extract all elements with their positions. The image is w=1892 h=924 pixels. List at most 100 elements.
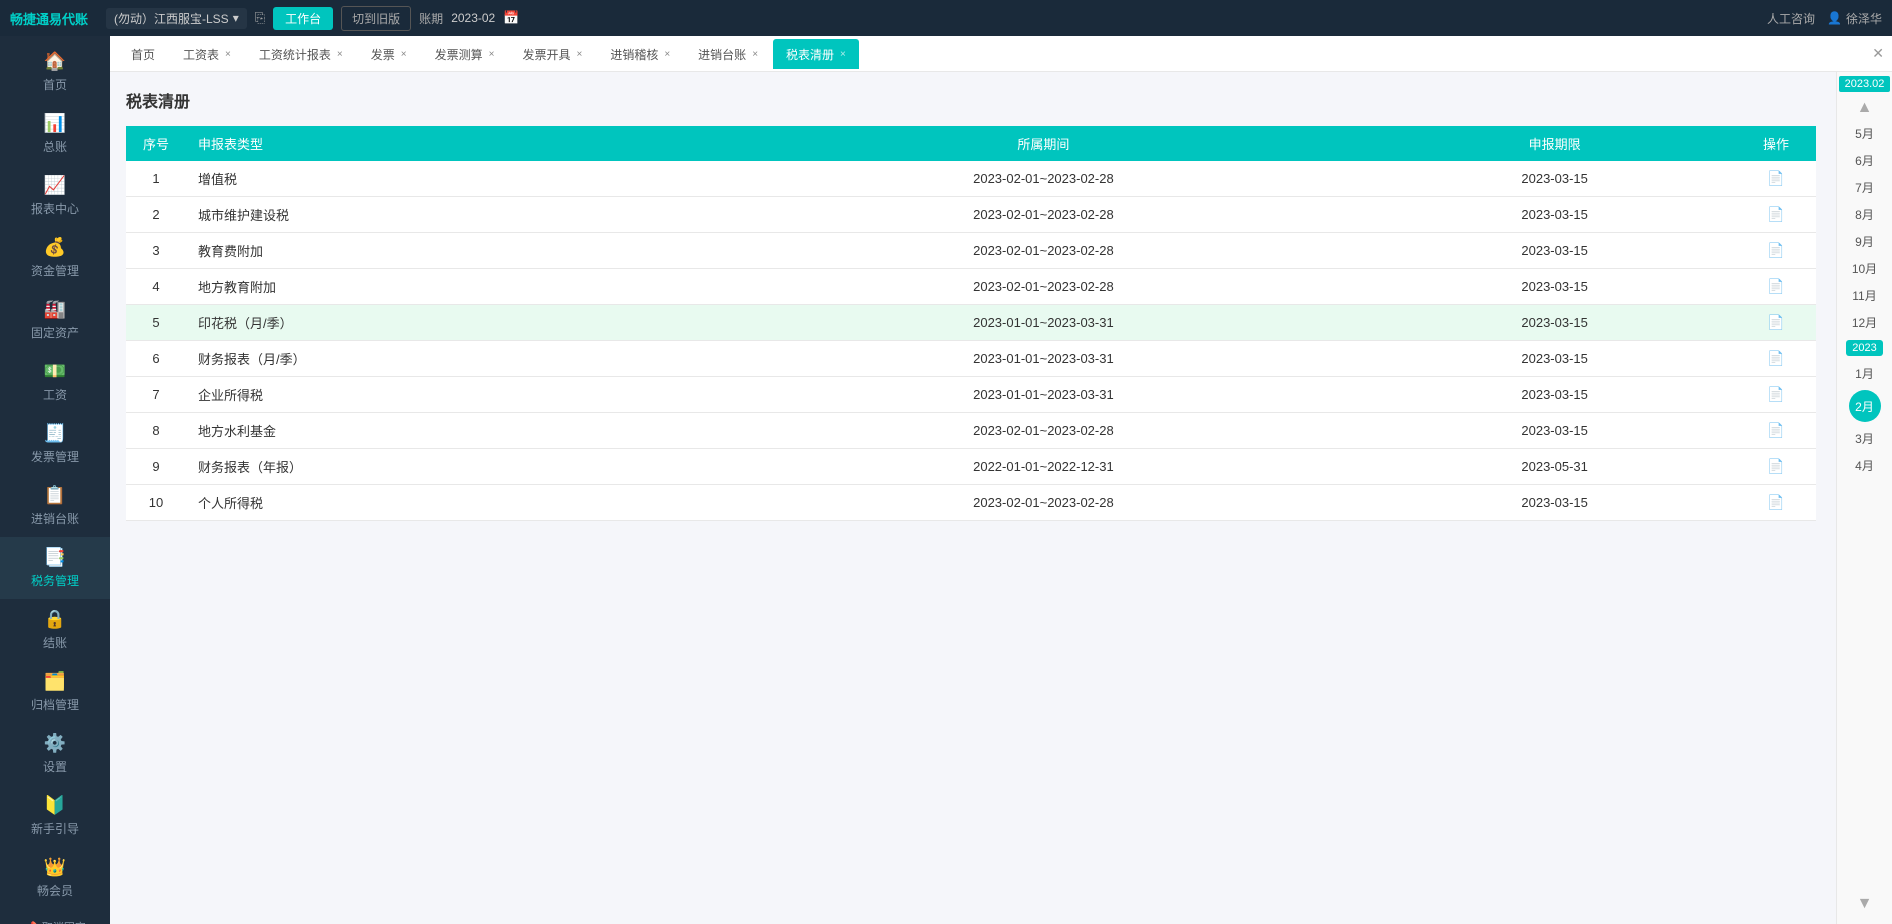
tax-table: 序号 申报表类型 所属期间 申报期限 操作 1 增值税 2023-02-01~2…: [126, 126, 1816, 521]
month-item-8[interactable]: 8月: [1843, 201, 1887, 228]
company-name: (勿动）江西服宝-LSS: [114, 10, 229, 27]
tab-home[interactable]: 首页: [118, 39, 168, 69]
month-item-9[interactable]: 9月: [1843, 228, 1887, 255]
cell-deadline: 2023-03-15: [1373, 161, 1736, 197]
sidebar-item-home[interactable]: 🏠 首页: [0, 41, 110, 103]
archive-icon: 🗂️: [44, 671, 66, 692]
action-icon[interactable]: 📄: [1767, 278, 1784, 294]
cell-no: 8: [126, 413, 186, 449]
sidebar-item-tax[interactable]: 📑 税务管理: [0, 537, 110, 599]
sidebar-item-salary[interactable]: 💵 工资: [0, 351, 110, 413]
user-avatar[interactable]: 👤 徐泽华: [1827, 10, 1882, 27]
cell-action: 📄: [1736, 305, 1816, 341]
sidebar-item-invoice[interactable]: 🧾 发票管理: [0, 413, 110, 475]
tab-close-salary-table[interactable]: ×: [225, 49, 231, 60]
sidebar-bottom-pin[interactable]: 📌 取消固定: [0, 909, 110, 924]
cell-period: 2023-02-01~2023-02-28: [714, 413, 1374, 449]
copy-icon[interactable]: ⎘: [255, 10, 265, 26]
reconcile-icon: 📋: [44, 485, 66, 506]
action-icon[interactable]: 📄: [1767, 494, 1784, 510]
action-icon[interactable]: 📄: [1767, 422, 1784, 438]
table-row: 10 个人所得税 2023-02-01~2023-02-28 2023-03-1…: [126, 485, 1816, 521]
sidebar-label-home: 首页: [43, 76, 67, 93]
cell-type: 地方教育附加: [186, 269, 714, 305]
month-item-6[interactable]: 6月: [1843, 147, 1887, 174]
month-item-2-active[interactable]: 2月: [1849, 390, 1881, 422]
salary-icon: 💵: [44, 361, 66, 382]
tab-sales-verify[interactable]: 进销稽核 ×: [597, 39, 683, 69]
tab-close-invoice-calc[interactable]: ×: [489, 49, 495, 60]
customer-service[interactable]: 人工咨询: [1767, 10, 1815, 27]
sidebar-item-fund[interactable]: 💰 资金管理: [0, 227, 110, 289]
page-header: 税表清册 ↻ 刷新: [126, 88, 1876, 112]
sidebar-label-reconcile: 进销台账: [31, 510, 79, 527]
sidebar-item-vip[interactable]: 👑 畅会员: [0, 847, 110, 909]
year-panel-label: 2023.02: [1839, 76, 1891, 92]
tab-close-salary-stats[interactable]: ×: [337, 49, 343, 60]
cell-no: 1: [126, 161, 186, 197]
tab-salary-table[interactable]: 工资表 ×: [170, 39, 244, 69]
col-header-deadline: 申报期限: [1373, 126, 1736, 161]
panel-up-arrow[interactable]: ▲: [1857, 99, 1873, 117]
switch-button[interactable]: 切到旧版: [341, 6, 411, 31]
action-icon[interactable]: 📄: [1767, 314, 1784, 330]
table-header-row: 序号 申报表类型 所属期间 申报期限 操作: [126, 126, 1816, 161]
month-item-11[interactable]: 11月: [1843, 282, 1887, 309]
action-icon[interactable]: 📄: [1767, 350, 1784, 366]
tab-salary-stats[interactable]: 工资统计报表 ×: [246, 39, 356, 69]
invoice-icon: 🧾: [44, 423, 66, 444]
tab-close-sales-verify[interactable]: ×: [664, 49, 670, 60]
sidebar-item-guide[interactable]: 🔰 新手引导: [0, 785, 110, 847]
cell-action: 📄: [1736, 377, 1816, 413]
sidebar-item-closing[interactable]: 🔒 结账: [0, 599, 110, 661]
month-item-3[interactable]: 3月: [1843, 425, 1887, 452]
action-icon[interactable]: 📄: [1767, 242, 1784, 258]
tab-sales-ledger[interactable]: 进销台账 ×: [685, 39, 771, 69]
sidebar-item-settings[interactable]: ⚙️ 设置: [0, 723, 110, 785]
tab-invoice-open[interactable]: 发票开具 ×: [509, 39, 595, 69]
action-icon[interactable]: 📄: [1767, 206, 1784, 222]
month-item-1[interactable]: 1月: [1843, 360, 1887, 387]
cell-no: 6: [126, 341, 186, 377]
tab-close-tax-clear[interactable]: ×: [840, 49, 846, 60]
cell-deadline: 2023-03-15: [1373, 341, 1736, 377]
company-selector[interactable]: (勿动）江西服宝-LSS ▾: [106, 8, 247, 29]
month-item-10[interactable]: 10月: [1843, 255, 1887, 282]
calendar-icon[interactable]: 📅: [503, 10, 519, 26]
tab-close-sales-ledger[interactable]: ×: [752, 49, 758, 60]
tab-close-invoice-open[interactable]: ×: [576, 49, 582, 60]
close-all-tabs-button[interactable]: ✕: [1872, 45, 1884, 62]
col-header-period: 所属期间: [714, 126, 1374, 161]
tab-close-invoice[interactable]: ×: [401, 49, 407, 60]
tax-icon: 📑: [44, 547, 66, 568]
cell-deadline: 2023-03-15: [1373, 197, 1736, 233]
action-icon[interactable]: 📄: [1767, 170, 1784, 186]
closing-icon: 🔒: [44, 609, 66, 630]
tab-tax-clear[interactable]: 税表清册 ×: [773, 39, 859, 69]
cell-action: 📄: [1736, 233, 1816, 269]
settings-icon: ⚙️: [44, 733, 66, 754]
cell-deadline: 2023-03-15: [1373, 377, 1736, 413]
cell-type: 增值税: [186, 161, 714, 197]
workbench-button[interactable]: 工作台: [273, 7, 333, 30]
month-item-12[interactable]: 12月: [1843, 309, 1887, 336]
tab-label-invoice: 发票: [371, 46, 395, 63]
tab-invoice-calc[interactable]: 发票测算 ×: [422, 39, 508, 69]
cell-deadline: 2023-03-15: [1373, 233, 1736, 269]
sidebar-item-archive[interactable]: 🗂️ 归档管理: [0, 661, 110, 723]
top-right: 人工咨询 👤 徐泽华: [1767, 10, 1882, 27]
sidebar-item-ledger[interactable]: 📊 总账: [0, 103, 110, 165]
action-icon[interactable]: 📄: [1767, 458, 1784, 474]
sidebar-item-reconcile[interactable]: 📋 进销台账: [0, 475, 110, 537]
sidebar-item-report[interactable]: 📈 报表中心: [0, 165, 110, 227]
sidebar-item-fixed[interactable]: 🏭 固定资产: [0, 289, 110, 351]
tab-label-sales-ledger: 进销台账: [698, 46, 746, 63]
cell-period: 2023-02-01~2023-02-28: [714, 161, 1374, 197]
month-item-5[interactable]: 5月: [1843, 120, 1887, 147]
month-item-7[interactable]: 7月: [1843, 174, 1887, 201]
sidebar: 🏠 首页 📊 总账 📈 报表中心 💰 资金管理 🏭 固定资产 💵 工资 🧾 发票…: [0, 36, 110, 924]
action-icon[interactable]: 📄: [1767, 386, 1784, 402]
month-item-4[interactable]: 4月: [1843, 452, 1887, 479]
tab-invoice[interactable]: 发票 ×: [358, 39, 420, 69]
panel-down-arrow[interactable]: ▼: [1857, 895, 1873, 921]
